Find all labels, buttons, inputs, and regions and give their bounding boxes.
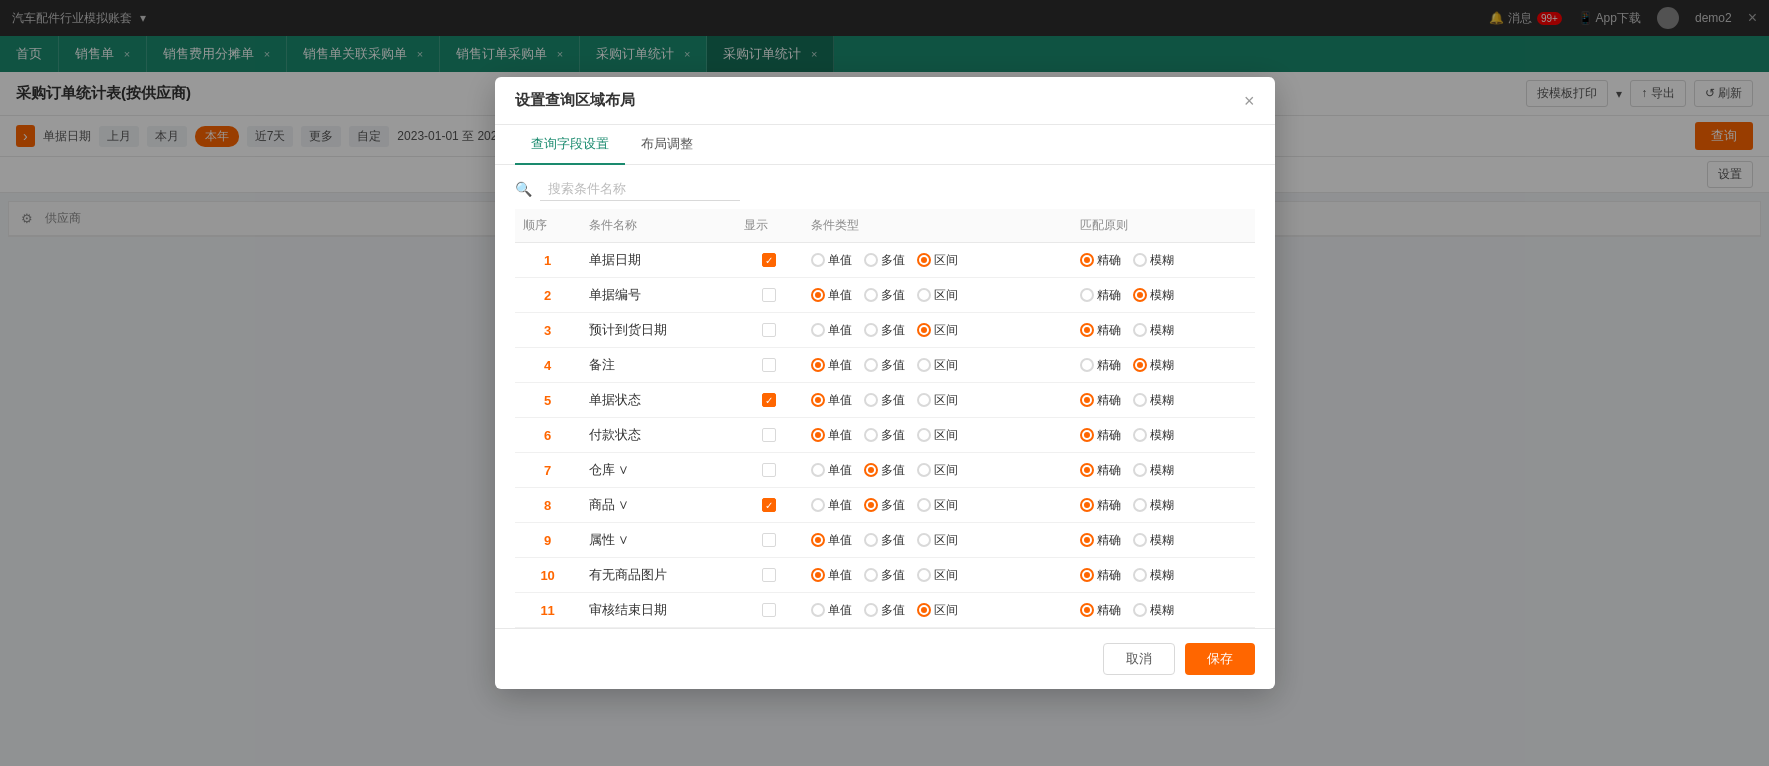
modal-tab-query-label: 查询字段设置 [531,136,609,151]
row-match: 精确模糊 [1072,243,1254,246]
table-row: 1单据日期✓单值多值区间精确模糊 [515,243,1255,246]
modal-table-header: 顺序 条件名称 显示 条件类型 匹配原则 [515,209,1255,243]
col-name: 条件名称 [581,209,737,243]
modal-overlay: 设置查询区域布局 × 查询字段设置 布局调整 🔍 顺序 条件名称 [0,0,1769,245]
row-order: 1 [515,243,581,246]
modal-header: 设置查询区域布局 × [495,77,1275,125]
modal-tab-query[interactable]: 查询字段设置 [515,125,625,165]
col-match: 匹配原则 [1072,209,1254,243]
row-display: ✓ [736,243,802,246]
modal-tab-layout[interactable]: 布局调整 [625,125,709,165]
modal-tab-layout-label: 布局调整 [641,136,693,151]
row-name: 单据日期 [581,243,737,246]
modal-close-btn[interactable]: × [1244,92,1255,110]
modal-search-icon: 🔍 [515,181,532,197]
col-type: 条件类型 [803,209,1073,243]
modal-table: 顺序 条件名称 显示 条件类型 匹配原则 1单据日期✓单值多值区间精确模糊2单据… [495,209,1275,245]
modal-tabs: 查询字段设置 布局调整 [495,125,1275,165]
modal-title: 设置查询区域布局 [515,91,635,110]
col-order: 顺序 [515,209,581,243]
modal-dialog: 设置查询区域布局 × 查询字段设置 布局调整 🔍 顺序 条件名称 [495,77,1275,245]
row-type: 单值多值区间 [803,243,1073,246]
col-display: 显示 [736,209,802,243]
modal-search-input[interactable] [540,177,740,201]
modal-search: 🔍 [495,165,1275,209]
